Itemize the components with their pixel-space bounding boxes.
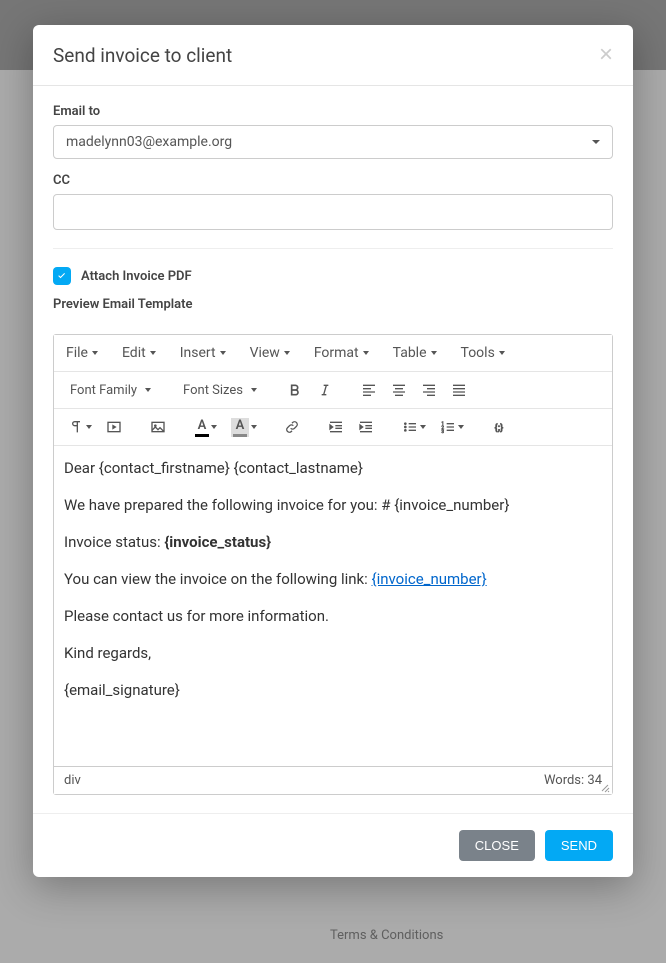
toolbar-row-2: A A 123 {;} <box>54 409 612 446</box>
font-family-select[interactable]: Font Family <box>62 379 159 402</box>
body-line: We have prepared the following invoice f… <box>64 495 602 516</box>
attach-pdf-checkbox[interactable] <box>53 267 71 285</box>
body-line: Kind regards, <box>64 643 602 664</box>
indent-button[interactable] <box>352 413 380 441</box>
menu-edit[interactable]: Edit <box>118 339 160 367</box>
rich-text-editor: File Edit Insert View Format Table Tools… <box>53 334 613 795</box>
svg-text:3: 3 <box>441 429 444 435</box>
cc-label: CC <box>53 173 613 188</box>
preview-template-link[interactable]: Preview Email Template <box>53 297 613 312</box>
element-path[interactable]: div <box>64 773 81 788</box>
editor-body[interactable]: Dear {contact_firstname} {contact_lastna… <box>54 446 612 766</box>
font-size-select[interactable]: Font Sizes <box>175 379 265 402</box>
bold-button[interactable] <box>281 376 309 404</box>
numbered-list-button[interactable]: 123 <box>434 413 470 441</box>
email-to-label: Email to <box>53 104 613 119</box>
menu-tools[interactable]: Tools <box>457 339 509 367</box>
modal-title: Send invoice to client <box>53 44 232 67</box>
align-justify-button[interactable] <box>445 376 473 404</box>
menu-table[interactable]: Table <box>389 339 441 367</box>
media-button[interactable] <box>100 413 128 441</box>
italic-button[interactable] <box>311 376 339 404</box>
outdent-button[interactable] <box>322 413 350 441</box>
align-right-button[interactable] <box>415 376 443 404</box>
code-button[interactable]: {;} <box>486 413 514 441</box>
body-line: {email_signature} <box>64 680 602 701</box>
word-count: Words: 34 <box>544 773 602 788</box>
email-to-value: madelynn03@example.org <box>66 134 232 150</box>
modal-header: Send invoice to client × <box>33 25 633 86</box>
image-button[interactable] <box>144 413 172 441</box>
link-button[interactable] <box>278 413 306 441</box>
resize-handle-icon[interactable] <box>600 782 610 792</box>
send-invoice-modal: Send invoice to client × Email to madely… <box>33 25 633 877</box>
toolbar-row-1: Font Family Font Sizes <box>54 372 612 409</box>
close-icon[interactable]: × <box>599 43 613 67</box>
menu-file[interactable]: File <box>62 339 102 367</box>
align-center-button[interactable] <box>385 376 413 404</box>
menu-bar: File Edit Insert View Format Table Tools <box>54 335 612 372</box>
chevron-down-icon <box>592 140 600 144</box>
editor-statusbar: div Words: 34 <box>54 766 612 794</box>
align-left-button[interactable] <box>355 376 383 404</box>
send-button[interactable]: SEND <box>545 830 613 861</box>
menu-insert[interactable]: Insert <box>176 339 230 367</box>
menu-view[interactable]: View <box>246 339 294 367</box>
email-to-dropdown[interactable]: madelynn03@example.org <box>53 125 613 159</box>
body-line: You can view the invoice on the followin… <box>64 569 602 590</box>
text-color-button[interactable]: A <box>188 413 224 441</box>
menu-format[interactable]: Format <box>310 339 373 367</box>
body-line: Invoice status: {invoice_status} <box>64 532 602 553</box>
body-line: Dear {contact_firstname} {contact_lastna… <box>64 458 602 479</box>
close-button[interactable]: CLOSE <box>459 830 535 861</box>
modal-footer: CLOSE SEND <box>33 813 633 877</box>
attach-pdf-label: Attach Invoice PDF <box>81 269 192 284</box>
cc-input[interactable] <box>53 194 613 230</box>
paragraph-direction-button[interactable] <box>62 413 98 441</box>
check-icon <box>56 270 68 282</box>
svg-text:{;}: {;} <box>495 422 504 433</box>
bullet-list-button[interactable] <box>396 413 432 441</box>
body-line: Please contact us for more information. <box>64 606 602 627</box>
highlight-color-button[interactable]: A <box>226 413 262 441</box>
invoice-link[interactable]: {invoice_number} <box>372 570 487 588</box>
modal-body: Email to madelynn03@example.org CC Attac… <box>33 86 633 813</box>
